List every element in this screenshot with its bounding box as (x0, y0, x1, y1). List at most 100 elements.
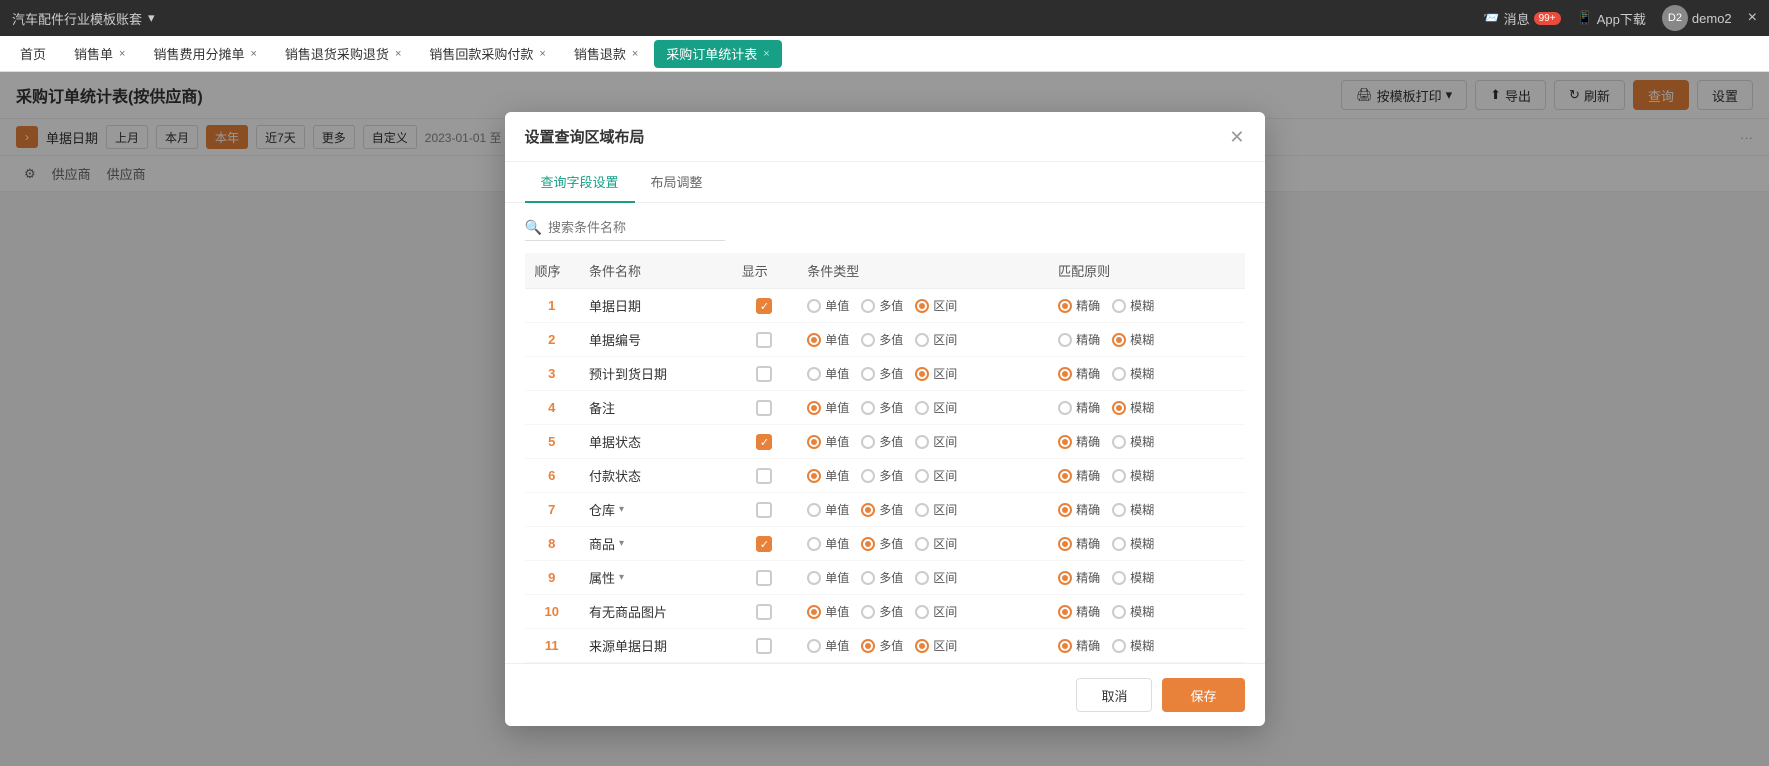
match-radio-exact[interactable]: 精确 (1058, 569, 1100, 586)
type-radio-single[interactable]: 单值 (807, 399, 849, 416)
display-checkbox[interactable] (756, 332, 772, 348)
type-radio-range[interactable]: 区间 (915, 501, 957, 518)
row-display[interactable]: ✓ (732, 425, 797, 459)
display-checkbox[interactable] (756, 570, 772, 586)
type-radio-single[interactable]: 单值 (807, 365, 849, 382)
tab-payment[interactable]: 销售回款采购付款 × (417, 40, 557, 68)
close-icon[interactable]: × (119, 48, 125, 60)
close-icon[interactable]: × (395, 48, 401, 60)
match-radio-fuzzy[interactable]: 模糊 (1112, 467, 1154, 484)
match-radio-fuzzy[interactable]: 模糊 (1112, 535, 1154, 552)
search-input[interactable] (548, 220, 708, 235)
top-close-btn[interactable]: × (1748, 9, 1757, 27)
display-checkbox[interactable]: ✓ (756, 298, 772, 314)
type-radio-multiple[interactable]: 多值 (861, 603, 903, 620)
type-radio-multiple[interactable]: 多值 (861, 501, 903, 518)
tab-sales-fee[interactable]: 销售费用分摊单 × (141, 40, 268, 68)
row-display[interactable] (732, 323, 797, 357)
display-checkbox[interactable] (756, 366, 772, 382)
match-radio-exact[interactable]: 精确 (1058, 603, 1100, 620)
display-checkbox[interactable] (756, 604, 772, 620)
type-radio-range[interactable]: 区间 (915, 331, 957, 348)
match-radio-fuzzy[interactable]: 模糊 (1112, 399, 1154, 416)
type-radio-range[interactable]: 区间 (915, 399, 957, 416)
tab-refund[interactable]: 销售退款 × (562, 40, 650, 68)
type-radio-single[interactable]: 单值 (807, 297, 849, 314)
match-radio-fuzzy[interactable]: 模糊 (1112, 331, 1154, 348)
display-checkbox[interactable] (756, 638, 772, 654)
tab-home[interactable]: 首页 (8, 40, 58, 68)
type-radio-range[interactable]: 区间 (915, 467, 957, 484)
type-radio-range[interactable]: 区间 (915, 569, 957, 586)
match-radio-fuzzy[interactable]: 模糊 (1112, 637, 1154, 654)
tab-sales[interactable]: 销售单 × (62, 40, 137, 68)
type-radio-range[interactable]: 区间 (915, 365, 957, 382)
save-btn[interactable]: 保存 (1162, 678, 1244, 712)
close-icon[interactable]: × (250, 48, 256, 60)
match-radio-fuzzy[interactable]: 模糊 (1112, 297, 1154, 314)
type-radio-multiple[interactable]: 多值 (861, 433, 903, 450)
match-radio-exact[interactable]: 精确 (1058, 365, 1100, 382)
match-radio-fuzzy[interactable]: 模糊 (1112, 433, 1154, 450)
row-display[interactable]: ✓ (732, 289, 797, 323)
type-radio-single[interactable]: 单值 (807, 637, 849, 654)
match-radio-fuzzy[interactable]: 模糊 (1112, 569, 1154, 586)
display-checkbox[interactable] (756, 468, 772, 484)
download-btn[interactable]: 📱 App下载 (1577, 9, 1646, 28)
type-radio-range[interactable]: 区间 (915, 433, 957, 450)
match-radio-fuzzy[interactable]: 模糊 (1112, 365, 1154, 382)
notification-btn[interactable]: 📨 消息 99+ (1483, 9, 1560, 28)
match-radio-exact[interactable]: 精确 (1058, 467, 1100, 484)
row-display[interactable] (732, 391, 797, 425)
type-radio-single[interactable]: 单值 (807, 331, 849, 348)
close-icon[interactable]: × (763, 48, 769, 60)
type-radio-range[interactable]: 区间 (915, 297, 957, 314)
row-display[interactable] (732, 595, 797, 629)
match-radio-exact[interactable]: 精确 (1058, 399, 1100, 416)
type-radio-multiple[interactable]: 多值 (861, 467, 903, 484)
modal-close-btn[interactable]: ✕ (1229, 128, 1244, 146)
display-checkbox[interactable]: ✓ (756, 536, 772, 552)
type-radio-multiple[interactable]: 多值 (861, 637, 903, 654)
modal-tab-query[interactable]: 查询字段设置 (525, 162, 635, 203)
type-radio-range[interactable]: 区间 (915, 637, 957, 654)
close-icon[interactable]: × (539, 48, 545, 60)
close-icon[interactable]: × (632, 48, 638, 60)
type-radio-single[interactable]: 单值 (807, 433, 849, 450)
match-radio-exact[interactable]: 精确 (1058, 433, 1100, 450)
type-radio-single[interactable]: 单值 (807, 603, 849, 620)
type-radio-range[interactable]: 区间 (915, 535, 957, 552)
type-radio-multiple[interactable]: 多值 (861, 535, 903, 552)
type-radio-multiple[interactable]: 多值 (861, 297, 903, 314)
modal-tab-layout[interactable]: 布局调整 (635, 162, 719, 203)
display-checkbox[interactable] (756, 502, 772, 518)
row-display[interactable] (732, 629, 797, 663)
dropdown-icon[interactable]: ▾ (148, 10, 155, 26)
match-radio-fuzzy[interactable]: 模糊 (1112, 603, 1154, 620)
row-display[interactable] (732, 459, 797, 493)
row-display[interactable]: ✓ (732, 527, 797, 561)
tab-purchase-stats[interactable]: 采购订单统计表 × (654, 40, 781, 68)
match-radio-exact[interactable]: 精确 (1058, 297, 1100, 314)
type-radio-single[interactable]: 单值 (807, 467, 849, 484)
type-radio-single[interactable]: 单值 (807, 501, 849, 518)
type-radio-multiple[interactable]: 多值 (861, 331, 903, 348)
match-radio-exact[interactable]: 精确 (1058, 501, 1100, 518)
type-radio-single[interactable]: 单值 (807, 569, 849, 586)
type-radio-single[interactable]: 单值 (807, 535, 849, 552)
cancel-btn[interactable]: 取消 (1076, 678, 1152, 712)
type-radio-multiple[interactable]: 多值 (861, 569, 903, 586)
match-radio-fuzzy[interactable]: 模糊 (1112, 501, 1154, 518)
type-radio-multiple[interactable]: 多值 (861, 399, 903, 416)
display-checkbox[interactable]: ✓ (756, 434, 772, 450)
type-radio-range[interactable]: 区间 (915, 603, 957, 620)
match-radio-exact[interactable]: 精确 (1058, 637, 1100, 654)
tab-sales-return[interactable]: 销售退货采购退货 × (273, 40, 413, 68)
row-display[interactable] (732, 561, 797, 595)
row-display[interactable] (732, 493, 797, 527)
match-radio-exact[interactable]: 精确 (1058, 331, 1100, 348)
match-radio-exact[interactable]: 精确 (1058, 535, 1100, 552)
row-display[interactable] (732, 357, 797, 391)
type-radio-multiple[interactable]: 多值 (861, 365, 903, 382)
user-profile-btn[interactable]: D2 demo2 (1662, 5, 1732, 31)
